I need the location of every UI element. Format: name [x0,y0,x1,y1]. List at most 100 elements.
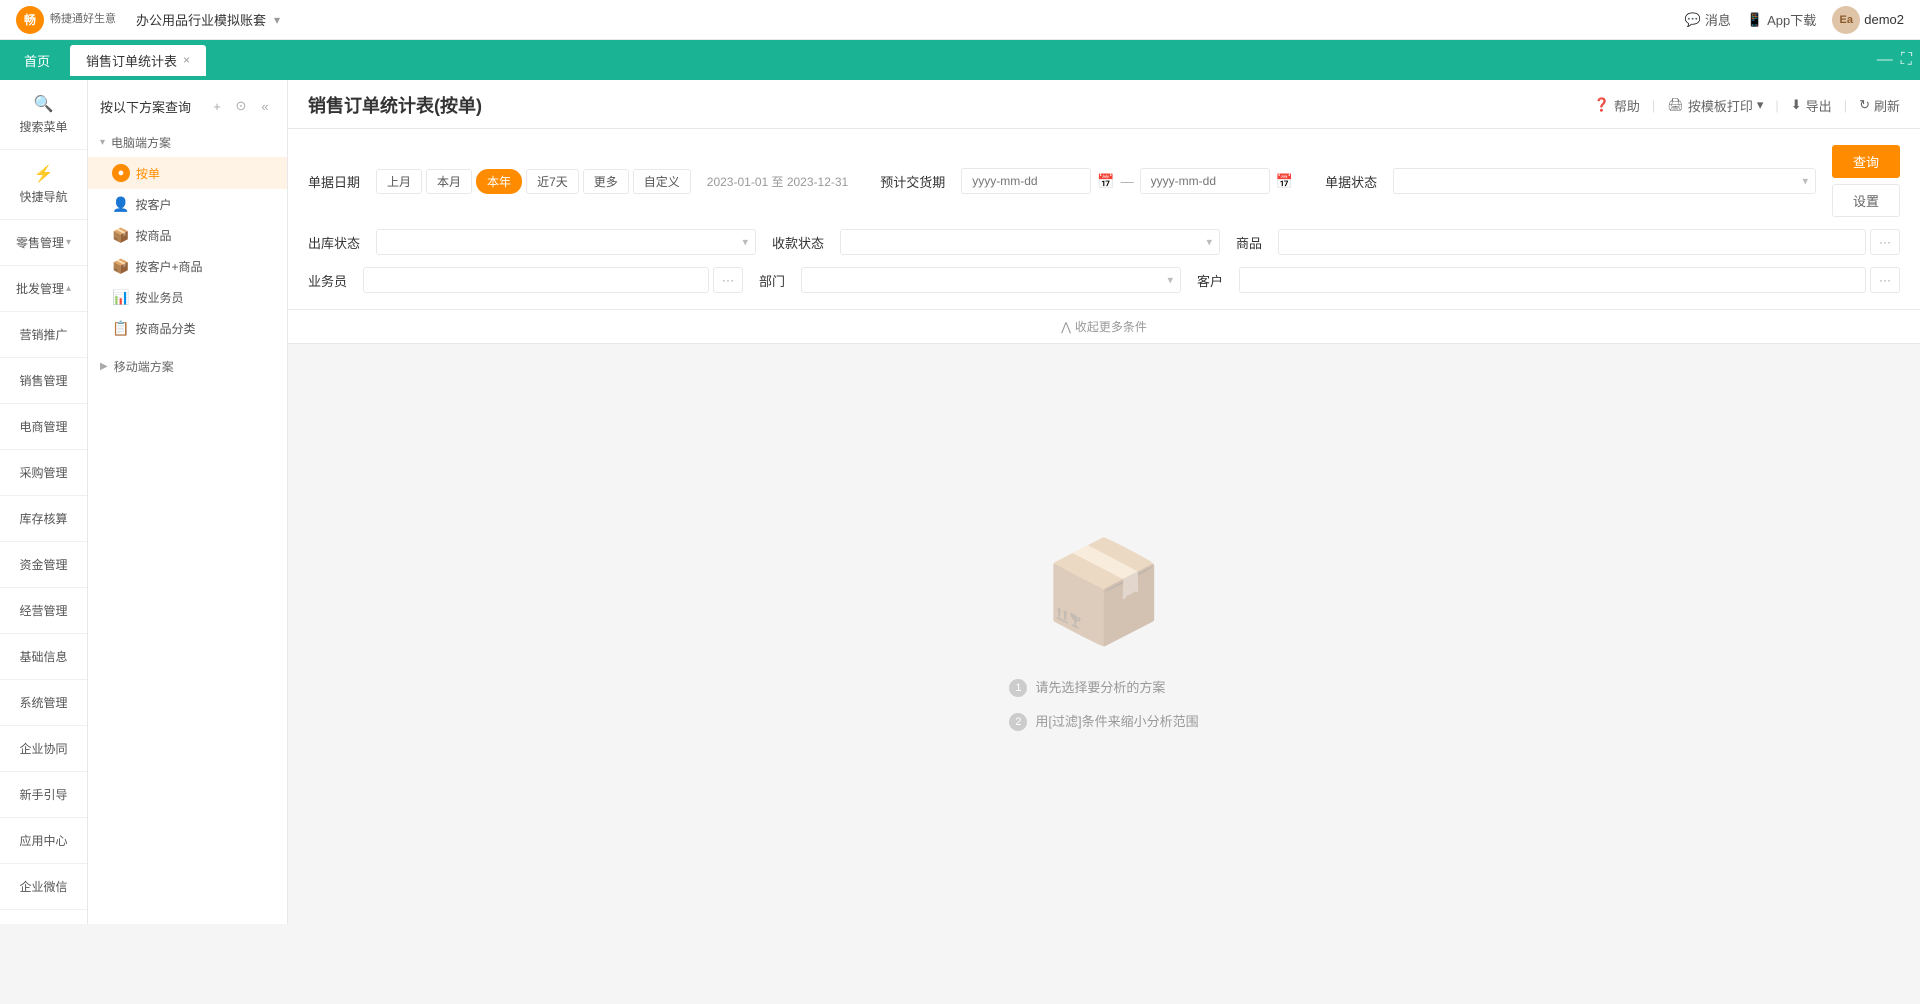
sidebar-item-finance[interactable]: 资金管理 [0,542,87,588]
window-maximize-icon[interactable]: ⛶ [1901,51,1912,69]
goods-scheme-icon: 📦 [112,227,129,244]
message-button[interactable]: 💬 消息 [1685,10,1731,29]
sidebar-item-collab[interactable]: 企业协同 [0,726,87,772]
sidebar-item-inventory[interactable]: 库存核算 [0,496,87,542]
sidebar-item-ecommerce[interactable]: 电商管理 [0,404,87,450]
goods-field: ··· [1278,229,1900,255]
wholesale-expand-icon: ▴ [66,283,71,294]
user-profile[interactable]: Ea demo2 [1832,6,1904,34]
logo-icon: 畅 [16,6,44,34]
sidebar-item-wholesale[interactable]: 批发管理 ▴ [0,266,87,312]
date-btn-lastmonth[interactable]: 上月 [376,169,422,194]
customer-ellipsis-button[interactable]: ··· [1870,267,1900,293]
refresh-button[interactable]: ↻ 刷新 [1859,96,1900,115]
app-download-button[interactable]: 📱 App下载 [1747,10,1816,29]
user-name: demo2 [1864,12,1904,27]
breadcrumb-dropdown-icon[interactable]: ▾ [274,13,280,27]
tabbar-right: — ⛶ [1877,51,1912,69]
date-btn-7days[interactable]: 近7天 [526,169,579,194]
add-scheme-button[interactable]: + [207,96,227,116]
tree-item-customer[interactable]: 👤 按客户 [88,189,287,220]
sidebar-item-newbie[interactable]: 新手引导 [0,772,87,818]
search-button[interactable]: 查询 [1832,145,1900,178]
expected-date-end[interactable] [1140,168,1270,194]
dept-select[interactable] [801,267,1181,293]
goods-label: 商品 [1236,233,1262,252]
sidebar-item-retail[interactable]: 零售管理 ▾ [0,220,87,266]
empty-tip-row-1: 1 请先选择要分析的方案 [1009,675,1198,701]
sidebar-item-search[interactable]: 🔍 搜索菜单 [0,80,87,150]
sidebar-item-purchase[interactable]: 采购管理 [0,450,87,496]
sidebar-item-marketing[interactable]: 营销推广 [0,312,87,358]
tree-group-pc-label[interactable]: ▾ 电脑端方案 [88,128,287,157]
message-icon: 💬 [1685,12,1701,28]
topbar-left: 畅 畅捷通好生意 办公用品行业模拟账套 ▾ [16,6,280,34]
export-button[interactable]: ⬇ 导出 [1791,96,1832,115]
app-icon: 📱 [1747,12,1763,28]
salesman-ellipsis-button[interactable]: ··· [713,267,743,293]
customer-input[interactable] [1239,267,1866,293]
sidebar-item-wechat[interactable]: 企业微信 [0,864,87,910]
pay-status-wrapper: ▾ [840,229,1220,255]
settings-scheme-button[interactable]: ⊙ [231,96,251,116]
date-btn-more[interactable]: 更多 [583,169,629,194]
sidebar-item-apps[interactable]: 应用中心 [0,818,87,864]
pay-status-select[interactable] [840,229,1220,255]
collapse-button[interactable]: ⋀ 收起更多条件 [1061,318,1147,335]
calendar-icon-1[interactable]: 📅 [1097,173,1114,190]
status-select[interactable] [1393,168,1816,194]
salesman-field: ··· [363,267,743,293]
calendar-icon-2[interactable]: 📅 [1276,173,1293,190]
main-content: 销售订单统计表(按单) ❓ 帮助 | 🖨 按模板打印 ▾ | ⬇ [288,80,1920,924]
divider1: | [1652,98,1655,113]
tree-item-cust-goods[interactable]: 📦 按客户+商品 [88,251,287,282]
logo-text: 畅捷通好生意 [50,12,116,26]
print-icon: 🖨 [1667,97,1684,113]
filter-row-3: 业务员 ··· 部门 ▾ 客户 ··· [308,267,1900,293]
tree-item-goods[interactable]: 📦 按商品 [88,220,287,251]
tree-item-order[interactable]: ● 按单 [88,157,287,189]
expected-date-label: 预计交货期 [880,172,945,191]
logo[interactable]: 畅 畅捷通好生意 [16,6,116,34]
tip-number-1: 1 [1009,679,1027,697]
cust-goods-scheme-icon: 📦 [112,258,129,275]
topbar-right: 💬 消息 📱 App下载 Ea demo2 [1685,6,1904,34]
sidebar-item-operations[interactable]: 经营管理 [0,588,87,634]
sidebar-item-sales[interactable]: 销售管理 [0,358,87,404]
sidebar-item-base[interactable]: 基础信息 [0,634,87,680]
empty-tips: 1 请先选择要分析的方案 2 用[过滤]条件来缩小分析范围 [1009,675,1198,735]
sidebar-item-member[interactable]: 畅会员 [0,910,87,924]
status-select-wrapper: ▾ [1393,168,1816,194]
date-btn-thismonth[interactable]: 本月 [426,169,472,194]
tree-item-salesman[interactable]: 📊 按业务员 [88,282,287,313]
tree-group-mobile-label[interactable]: ▶ 移动端方案 [88,352,287,381]
reset-button[interactable]: 设置 [1832,184,1900,217]
collapse-panel-button[interactable]: « [255,96,275,116]
left-panel-header: 按以下方案查询 + ⊙ « [88,88,287,124]
filter-row-1: 单据日期 上月 本月 本年 近7天 更多 自定义 2023-01-01 至 20… [308,145,1900,217]
sidebar-item-shortcut[interactable]: ⚡ 快捷导航 [0,150,87,220]
template-print-button[interactable]: 🖨 按模板打印 ▾ [1667,96,1763,115]
out-status-select[interactable] [376,229,756,255]
tree-item-category[interactable]: 📋 按商品分类 [88,313,287,344]
salesman-label: 业务员 [308,271,347,290]
goods-ellipsis-button[interactable]: ··· [1870,229,1900,255]
customer-field: ··· [1239,267,1900,293]
tab-home[interactable]: 首页 [8,45,66,76]
retail-expand-icon: ▾ [66,237,71,248]
salesman-input[interactable] [363,267,709,293]
date-btn-thisyear[interactable]: 本年 [476,169,522,194]
empty-illustration: 📦 [1042,534,1167,651]
dept-label: 部门 [759,271,785,290]
help-button[interactable]: ❓ 帮助 [1594,96,1640,115]
tab-sales-order[interactable]: 销售订单统计表 × [70,45,206,76]
expected-date-start[interactable] [961,168,1091,194]
window-minimize-icon[interactable]: — [1877,51,1893,69]
divider2: | [1775,98,1778,113]
sidebar-item-system[interactable]: 系统管理 [0,680,87,726]
export-icon: ⬇ [1791,97,1802,113]
date-btn-custom[interactable]: 自定义 [633,169,691,194]
tree-group-pc: ▾ 电脑端方案 ● 按单 👤 按客户 📦 按商品 📦 按客户+商品 📊 按业 [88,124,287,348]
goods-input[interactable] [1278,229,1866,255]
tab-close-icon[interactable]: × [183,53,190,67]
